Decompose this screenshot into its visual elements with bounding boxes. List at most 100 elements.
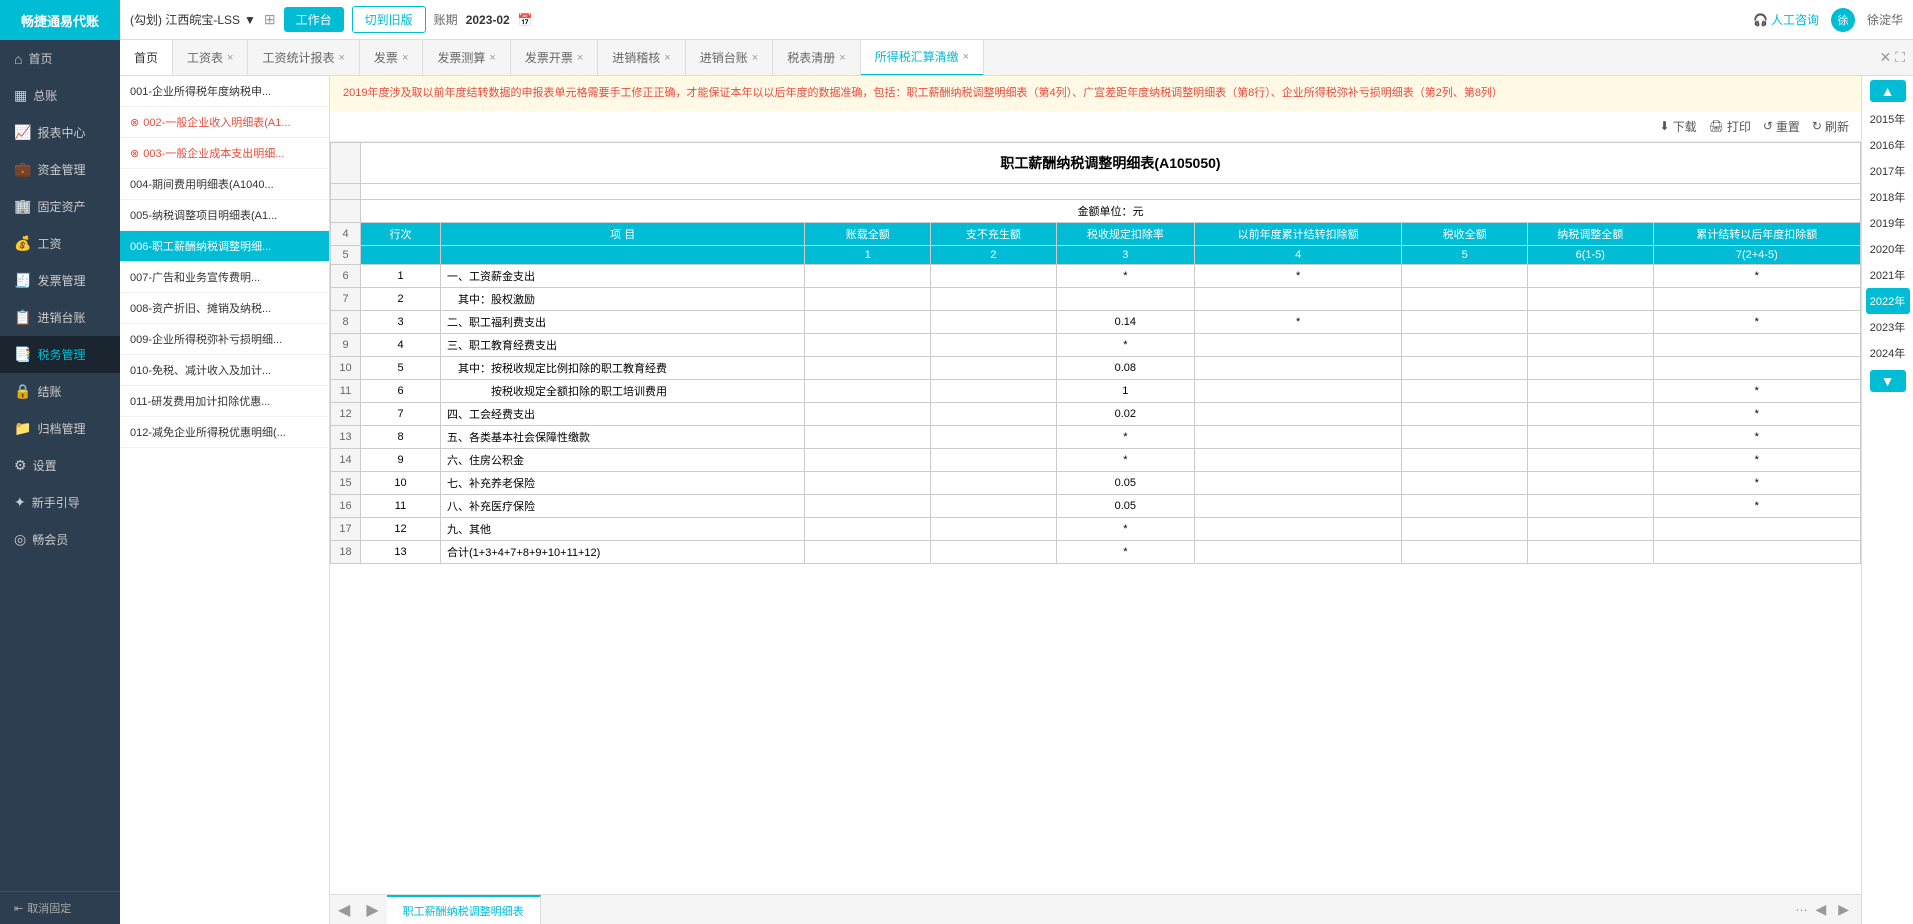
- cell-r10-c5[interactable]: [1402, 471, 1528, 494]
- cell-r3-c5[interactable]: [1402, 310, 1528, 333]
- tab-close-all[interactable]: ✕: [1879, 49, 1891, 66]
- cell-r12-c6[interactable]: [1527, 517, 1653, 540]
- cell-r7-c5[interactable]: [1402, 402, 1528, 425]
- tab-home[interactable]: 首页: [120, 40, 173, 76]
- cell-r13-c7[interactable]: [1653, 540, 1860, 563]
- tab-invoice[interactable]: 发票 ×: [360, 40, 423, 76]
- sidebar-item-salary[interactable]: 💰 工资: [0, 225, 120, 262]
- tab-tax-clearance[interactable]: 税表清册 ×: [773, 40, 860, 76]
- cell-r9-c4[interactable]: [1194, 448, 1401, 471]
- year-down-button[interactable]: ▼: [1870, 370, 1906, 392]
- cell-r5-c5[interactable]: [1402, 356, 1528, 379]
- cell-r4-c5[interactable]: [1402, 333, 1528, 356]
- cell-r2-c3[interactable]: [1056, 287, 1194, 310]
- cell-r3-c1[interactable]: [805, 310, 931, 333]
- cell-r8-c2[interactable]: [931, 425, 1057, 448]
- year-item-2023[interactable]: 2023年: [1866, 314, 1910, 340]
- cell-r4-c6[interactable]: [1527, 333, 1653, 356]
- sheet-scroll-right[interactable]: ▶: [358, 900, 386, 920]
- sidebar-item-purchase[interactable]: 📋 进销台账: [0, 299, 120, 336]
- year-item-2017[interactable]: 2017年: [1866, 158, 1910, 184]
- cell-r7-c1[interactable]: [805, 402, 931, 425]
- cell-r4-c7[interactable]: [1653, 333, 1860, 356]
- cell-r13-c4[interactable]: [1194, 540, 1401, 563]
- workspace-button[interactable]: 工作台: [284, 7, 344, 32]
- cell-r2-c6[interactable]: [1527, 287, 1653, 310]
- reset-button[interactable]: ↺ 重置: [1763, 118, 1800, 135]
- left-item-001[interactable]: 001-企业所得税年度纳税申...: [120, 76, 329, 107]
- sidebar-item-invoice[interactable]: 🧾 发票管理: [0, 262, 120, 299]
- cell-r5-c6[interactable]: [1527, 356, 1653, 379]
- scroll-right-btn[interactable]: ▶: [1834, 901, 1853, 918]
- year-up-button[interactable]: ▲: [1870, 80, 1906, 102]
- cell-r11-c1[interactable]: [805, 494, 931, 517]
- print-button[interactable]: 🖨 打印: [1709, 118, 1751, 135]
- cell-r6-c4[interactable]: [1194, 379, 1401, 402]
- sidebar-item-home[interactable]: ⌂ 首页: [0, 40, 120, 77]
- cell-r8-c4[interactable]: [1194, 425, 1401, 448]
- sidebar-item-closing[interactable]: 🔒 结账: [0, 373, 120, 410]
- switch-button[interactable]: 切到旧版: [352, 6, 426, 33]
- tab-income-tax-close[interactable]: ×: [963, 51, 969, 63]
- tab-purchase-check-close[interactable]: ×: [664, 52, 670, 64]
- cell-r3-c2[interactable]: [931, 310, 1057, 333]
- cell-r13-c2[interactable]: [931, 540, 1057, 563]
- tab-maximize[interactable]: ⛶: [1895, 49, 1905, 66]
- tab-salary-stat[interactable]: 工资统计报表 ×: [248, 40, 359, 76]
- tab-salary-stat-close[interactable]: ×: [338, 52, 344, 64]
- cell-r6-c2[interactable]: [931, 379, 1057, 402]
- cell-r1-c1[interactable]: [805, 264, 931, 287]
- sidebar-item-tax[interactable]: 📑 税务管理: [0, 336, 120, 373]
- left-item-002[interactable]: ⊗ 002-一般企业收入明细表(A1...: [120, 107, 329, 138]
- refresh-button[interactable]: ↻ 刷新: [1812, 118, 1849, 135]
- cell-r11-c5[interactable]: [1402, 494, 1528, 517]
- sheet-scroll-left[interactable]: ◀: [330, 900, 358, 920]
- cell-r10-c2[interactable]: [931, 471, 1057, 494]
- cell-r12-c5[interactable]: [1402, 517, 1528, 540]
- cell-r7-c2[interactable]: [931, 402, 1057, 425]
- cell-r4-c4[interactable]: [1194, 333, 1401, 356]
- cell-r10-c6[interactable]: [1527, 471, 1653, 494]
- sidebar-item-fixed[interactable]: 🏢 固定资产: [0, 188, 120, 225]
- cell-r2-c5[interactable]: [1402, 287, 1528, 310]
- cell-r8-c1[interactable]: [805, 425, 931, 448]
- sidebar-item-settings[interactable]: ⚙ 设置: [0, 447, 120, 484]
- cell-r2-c2[interactable]: [931, 287, 1057, 310]
- cell-r5-c7[interactable]: [1653, 356, 1860, 379]
- year-item-2024[interactable]: 2024年: [1866, 340, 1910, 366]
- sidebar-item-asset[interactable]: 💼 资金管理: [0, 151, 120, 188]
- year-item-2015[interactable]: 2015年: [1866, 106, 1910, 132]
- tab-invoice-open[interactable]: 发票开票 ×: [511, 40, 598, 76]
- cell-r5-c2[interactable]: [931, 356, 1057, 379]
- year-item-2019[interactable]: 2019年: [1866, 210, 1910, 236]
- cell-r1-c6[interactable]: [1527, 264, 1653, 287]
- sidebar-item-guide[interactable]: ✦ 新手引导: [0, 484, 120, 521]
- sidebar-item-archive[interactable]: 📁 归档管理: [0, 410, 120, 447]
- cell-r7-c4[interactable]: [1194, 402, 1401, 425]
- bottom-tab-main[interactable]: 职工薪酬纳税调整明细表: [387, 895, 541, 924]
- tab-purchase-ledger[interactable]: 进销台账 ×: [686, 40, 773, 76]
- cell-r2-c1[interactable]: [805, 287, 931, 310]
- tab-tax-clearance-close[interactable]: ×: [839, 52, 845, 64]
- tab-purchase-ledger-close[interactable]: ×: [752, 52, 758, 64]
- left-item-006[interactable]: 006-职工薪酬纳税调整明细...: [120, 231, 329, 262]
- cell-r11-c2[interactable]: [931, 494, 1057, 517]
- cell-r1-c2[interactable]: [931, 264, 1057, 287]
- year-item-2022[interactable]: 2022年: [1866, 288, 1910, 314]
- download-button[interactable]: ⬇ 下载: [1660, 118, 1697, 135]
- left-item-011[interactable]: 011-研发费用加计扣除优惠...: [120, 386, 329, 417]
- left-item-008[interactable]: 008-资产折旧、摊销及纳税...: [120, 293, 329, 324]
- sidebar-item-ledger[interactable]: ▦ 总账: [0, 77, 120, 114]
- left-item-004[interactable]: 004-期间费用明细表(A1040...: [120, 169, 329, 200]
- cell-r8-c6[interactable]: [1527, 425, 1653, 448]
- company-selector[interactable]: (勾划) 江西皖宝-LSS ▼: [130, 11, 256, 28]
- cell-r2-c4[interactable]: [1194, 287, 1401, 310]
- cell-r12-c4[interactable]: [1194, 517, 1401, 540]
- cell-r3-c6[interactable]: [1527, 310, 1653, 333]
- cell-r12-c2[interactable]: [931, 517, 1057, 540]
- sidebar-item-report[interactable]: 📈 报表中心: [0, 114, 120, 151]
- cell-r6-c1[interactable]: [805, 379, 931, 402]
- tab-invoice-calc[interactable]: 发票测算 ×: [423, 40, 510, 76]
- cell-r13-c5[interactable]: [1402, 540, 1528, 563]
- left-item-010[interactable]: 010-免税、减计收入及加计...: [120, 355, 329, 386]
